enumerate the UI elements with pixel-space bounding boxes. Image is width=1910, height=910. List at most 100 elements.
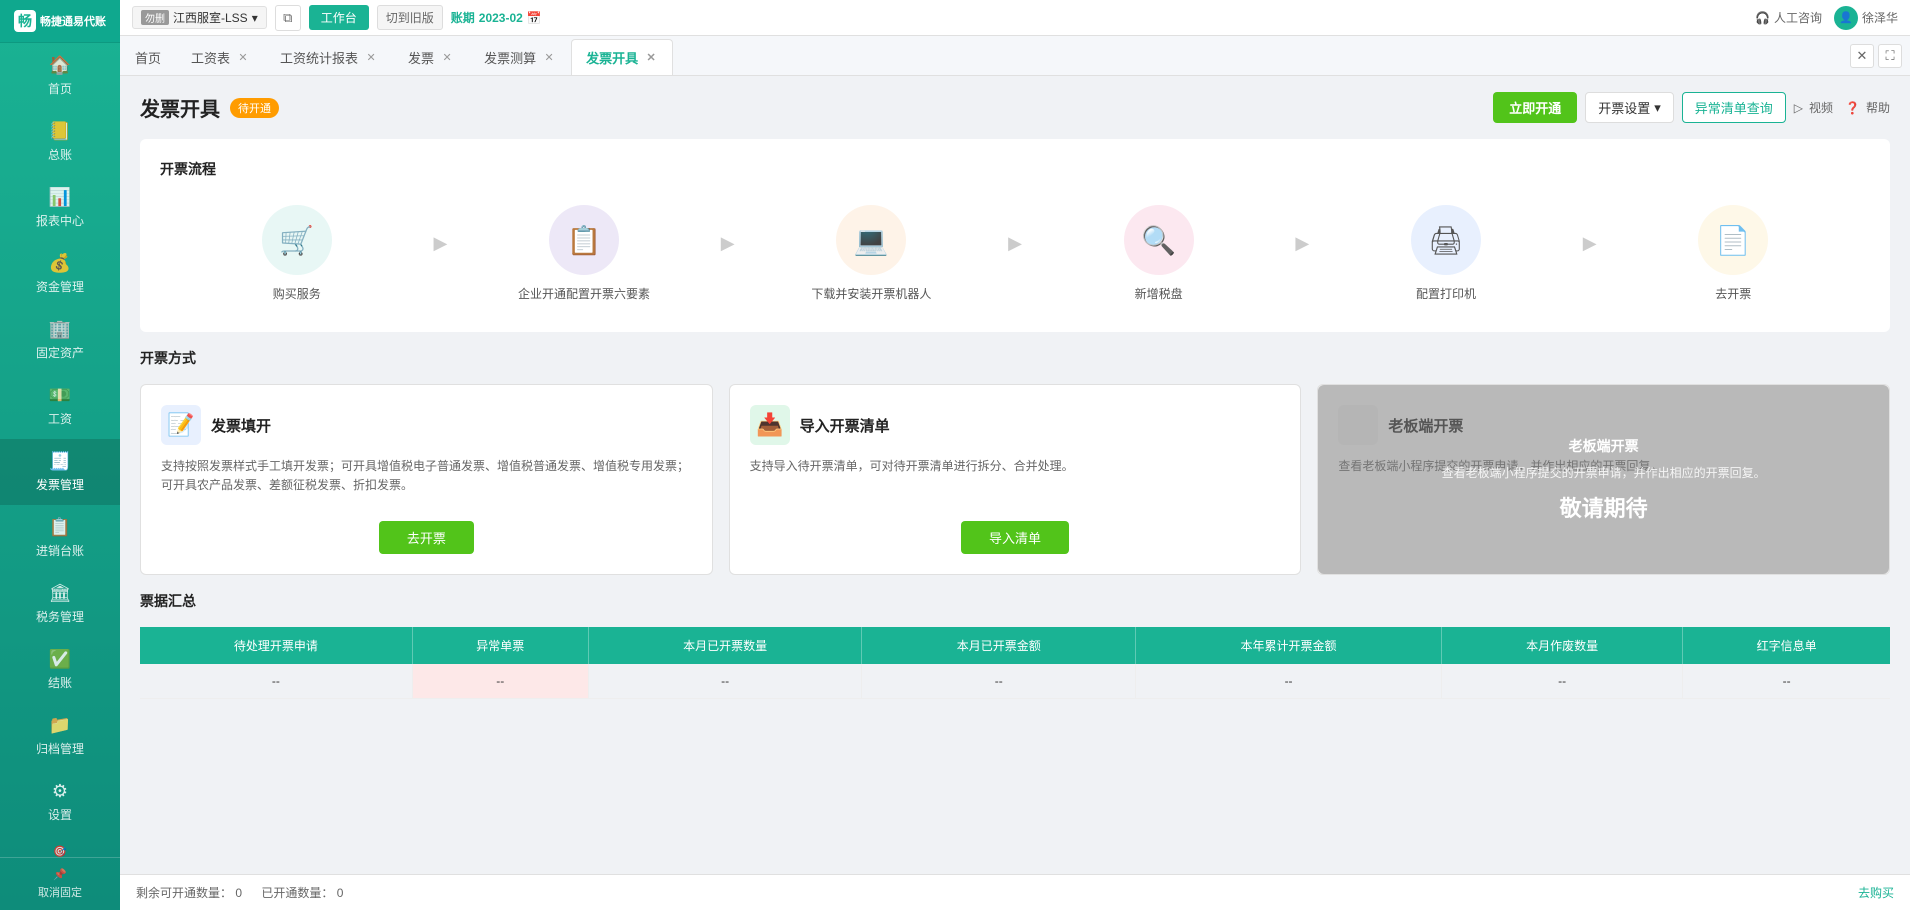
sidebar-nav: 🏠首页📒总账📊报表中心💰资金管理🏢固定资产💵工资🧾发票管理📋进销台账🏛税务管理✅… [0,43,120,857]
methods-section: 开票方式 📝 发票填开 支持按照发票样式手工填开发票；可开具增值税电子普通发票、… [140,348,1890,575]
flow-step-buy-service[interactable]: 🛒购买服务 [160,205,433,302]
sidebar-item-settle[interactable]: ✅结账 [0,637,120,703]
summary-col-0: 待处理开票申请 [140,627,412,664]
tab-close-invoice-calc[interactable]: ✕ [542,51,556,65]
summary-col-4: 本年累计开票金额 [1136,627,1442,664]
settings-button[interactable]: 开票设置 ▾ [1585,92,1674,123]
step-icon-issue-invoice: 📄 [1698,205,1768,275]
tab-salary-report[interactable]: 工资统计报表✕ [265,39,393,75]
step-icon-config-elements: 📋 [549,205,619,275]
tab-close-salary-report[interactable]: ✕ [364,51,378,65]
sidebar: 畅 畅捷通易代账 🏠首页📒总账📊报表中心💰资金管理🏢固定资产💵工资🧾发票管理📋进… [0,0,120,910]
person-icon: 👤 [1839,11,1853,24]
invoice-mgmt-icon: 🧾 [49,451,71,472]
settle-icon: ✅ [49,649,71,670]
activate-button[interactable]: 立即开通 [1493,92,1577,123]
step-icon-buy-service: 🛒 [262,205,332,275]
summary-table: 待处理开票申请异常单票本月已开票数量本月已开票金额本年累计开票金额本月作废数量红… [140,627,1890,699]
consult-button[interactable]: 🎧 人工咨询 [1755,9,1822,26]
copy-button[interactable]: ⧉ [275,5,301,31]
tab-invoice[interactable]: 发票✕ [393,39,469,75]
method-card-import-list: 📥 导入开票清单 支持导入待开票清单，可对待开票清单进行拆分、合并处理。 导入清… [729,384,1302,575]
switch-old-button[interactable]: 切到旧版 [377,5,443,30]
table-cell-3: -- [862,664,1136,699]
pin-label: 取消固定 [38,884,82,900]
user-name: 徐泽华 [1862,9,1898,26]
page-actions: 立即开通 开票设置 ▾ 异常清单查询 ▷ 视频 ❓ 帮助 [1493,92,1890,123]
sidebar-item-tax[interactable]: 🏛税务管理 [0,571,120,637]
flow-arrow-4: ▶ [1583,233,1597,254]
company-tag: 勿删 [141,10,169,25]
sidebar-item-reports[interactable]: 📊报表中心 [0,175,120,241]
overlay-desc-boss-invoice: 查看老板端小程序提交的开票申请，并作出相应的开票回复。 [1422,464,1786,481]
summary-col-5: 本月作废数量 [1442,627,1683,664]
company-name: 江西服室-LSS [173,9,248,26]
method-btn-area-import-list: 导入清单 [750,521,1281,554]
sidebar-item-invoice-mgmt[interactable]: 🧾发票管理 [0,439,120,505]
flow-step-config-elements[interactable]: 📋企业开通配置开票六要素 [447,205,720,302]
method-icon-import-list: 📥 [750,405,790,445]
summary-col-2: 本月已开票数量 [588,627,862,664]
method-header-manual-fill: 📝 发票填开 [161,405,692,445]
pin-button[interactable]: 📌 取消固定 [0,858,120,910]
tabbar: 首页工资表✕工资统计报表✕发票✕发票测算✕发票开具✕ ✕ ⛶ [120,36,1910,76]
sidebar-item-funds[interactable]: 💰资金管理 [0,241,120,307]
expand-button[interactable]: ⛶ [1878,44,1902,68]
logo-text: 畅捷通易代账 [40,13,106,29]
sidebar-item-new-guide[interactable]: 🎯新手引导 [0,835,120,857]
method-icon-manual-fill: 📝 [161,405,201,445]
tab-close-invoice-tool[interactable]: ✕ [644,51,658,65]
tab-close-invoice[interactable]: ✕ [440,51,454,65]
user-menu[interactable]: 👤 徐泽华 [1834,6,1898,30]
tab-close-salary[interactable]: ✕ [236,51,250,65]
archive-icon: 📁 [49,715,71,736]
method-desc-manual-fill: 支持按照发票样式手工填开发票；可开具增值税电子普通发票、增值税普通发票、增值税专… [161,457,692,505]
methods-title: 开票方式 [140,348,1890,368]
pin-icon: 📌 [53,868,67,881]
flow-arrow-2: ▶ [1008,233,1022,254]
method-btn-manual-fill[interactable]: 去开票 [379,521,474,554]
table-cell-2: -- [588,664,862,699]
flow-step-add-taxbox[interactable]: 🔍新增税盘 [1022,205,1295,302]
sidebar-item-ledger[interactable]: 📒总账 [0,109,120,175]
company-select[interactable]: 勿删 江西服室-LSS ▾ [132,6,267,29]
method-card-boss-invoice: 老板端开票 查看老板端小程序提交的开票申请，并作出相应的开票回复。 老板端开票 … [1317,384,1890,575]
period-selector[interactable]: 账期 2023-02 📅 [451,9,542,26]
flow-step-download-robot[interactable]: 💻下载并安装开票机器人 [735,205,1008,302]
anomaly-button[interactable]: 异常清单查询 [1682,92,1786,123]
summary-col-3: 本月已开票金额 [862,627,1136,664]
tab-invoice-tool[interactable]: 发票开具✕ [571,39,673,75]
methods-row: 📝 发票填开 支持按照发票样式手工填开发票；可开具增值税电子普通发票、增值税普通… [140,384,1890,575]
sidebar-item-settings[interactable]: ⚙设置 [0,769,120,835]
close-all-button[interactable]: ✕ [1850,44,1874,68]
flow-step-issue-invoice[interactable]: 📄去开票 [1597,205,1870,302]
topbar: 勿删 江西服室-LSS ▾ ⧉ 工作台 切到旧版 账期 2023-02 📅 🎧 … [120,0,1910,36]
method-title-import-list: 导入开票清单 [800,415,890,436]
step-icon-add-taxbox: 🔍 [1124,205,1194,275]
flow-title: 开票流程 [160,159,1870,179]
footer-info: 剩余可开通数量： 0 已开通数量： 0 [136,884,343,901]
flow-step-config-printer[interactable]: 🖨配置打印机 [1309,205,1582,302]
table-row: -------------- [140,664,1890,699]
sidebar-item-purchase-sales[interactable]: 📋进销台账 [0,505,120,571]
table-cell-4: -- [1136,664,1442,699]
method-card-manual-fill: 📝 发票填开 支持按照发票样式手工填开发票；可开具增值税电子普通发票、增值税普通… [140,384,713,575]
table-cell-5: -- [1442,664,1683,699]
content-area: 发票开具 待开通 立即开通 开票设置 ▾ 异常清单查询 ▷ 视频 ❓ 帮助 [120,76,1910,874]
sidebar-item-assets[interactable]: 🏢固定资产 [0,307,120,373]
method-btn-import-list[interactable]: 导入清单 [961,521,1069,554]
step-icon-config-printer: 🖨 [1411,205,1481,275]
tab-home[interactable]: 首页 [120,39,176,75]
chevron-down-icon: ▾ [252,11,258,25]
topbar-right: 🎧 人工咨询 👤 徐泽华 [1755,6,1898,30]
sidebar-item-salary[interactable]: 💵工资 [0,373,120,439]
sidebar-item-archive[interactable]: 📁归档管理 [0,703,120,769]
sidebar-item-home[interactable]: 🏠首页 [0,43,120,109]
workspace-button[interactable]: 工作台 [309,5,369,30]
video-icon: ▷ [1794,101,1803,115]
help-icon: ❓ [1845,101,1860,115]
tab-salary[interactable]: 工资表✕ [176,39,265,75]
buy-link[interactable]: 去购买 [1858,884,1894,901]
calendar-icon: 📅 [527,11,542,25]
tab-invoice-calc[interactable]: 发票测算✕ [469,39,571,75]
